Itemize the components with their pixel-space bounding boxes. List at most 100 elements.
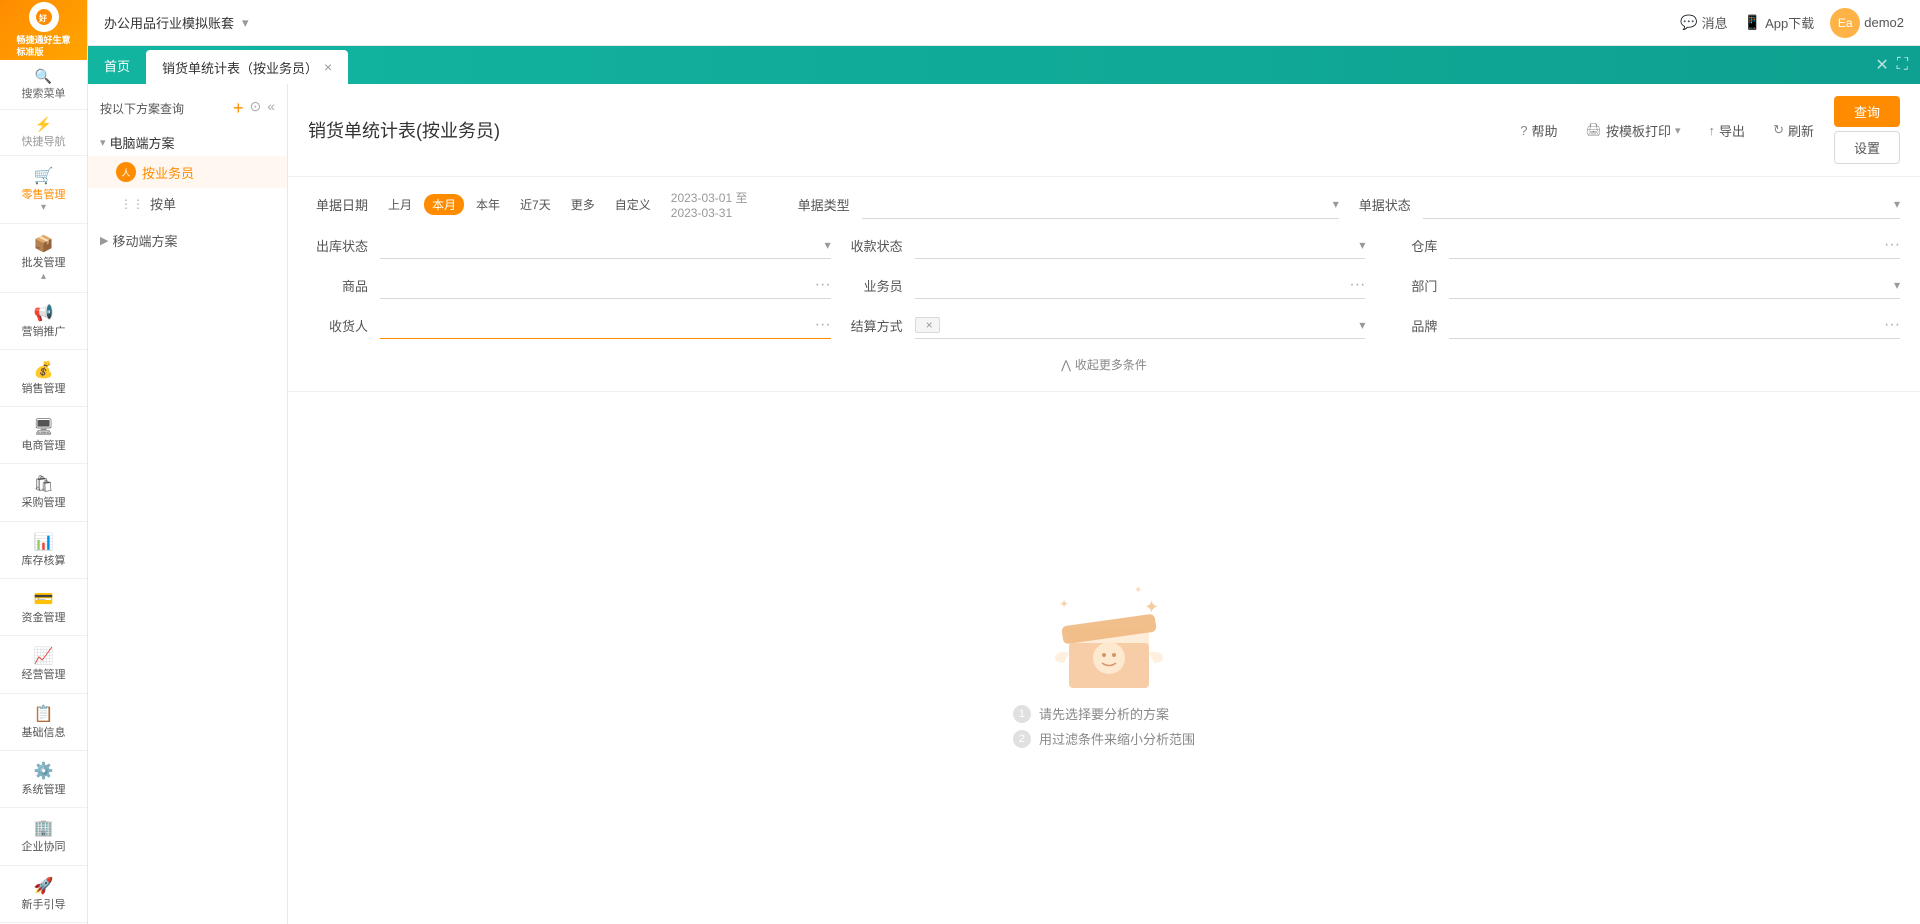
dept-label: 部门 xyxy=(1377,276,1437,295)
sidebar-item-purchase[interactable]: 🛍 采购管理 xyxy=(0,464,87,521)
warehouse-select[interactable]: ··· xyxy=(1449,231,1900,259)
basic-icon: 📋 xyxy=(34,704,54,724)
sidebar-item-inventory[interactable]: 📊 库存核算 xyxy=(0,522,87,579)
scheme-by-order[interactable]: ⋮⋮ 按单 xyxy=(88,188,287,219)
sidebar-item-sales[interactable]: 💰 销售管理 xyxy=(0,350,87,407)
window-minimize-btn[interactable]: ✕ xyxy=(1875,55,1888,75)
receiver-input[interactable]: ··· xyxy=(380,311,831,339)
edit-scheme-btn[interactable]: ⊙ xyxy=(249,98,261,119)
sidebar-item-enterprise[interactable]: 🏢 企业协同 xyxy=(0,808,87,865)
settings-button[interactable]: 设置 xyxy=(1834,131,1900,164)
add-scheme-btn[interactable]: + xyxy=(233,98,244,119)
salesperson-dots: ··· xyxy=(1349,276,1365,294)
tab-sales-stats[interactable]: 销货单统计表（按业务员） × xyxy=(146,50,348,84)
doc-status-select[interactable]: ▾ xyxy=(1423,191,1900,219)
warehouse-dots: ··· xyxy=(1884,236,1900,254)
mobile-group[interactable]: ▶ 移动端方案 xyxy=(88,227,287,254)
date-tab-this-month[interactable]: 本月 xyxy=(424,194,464,215)
svg-text:✦: ✦ xyxy=(1059,597,1069,611)
pay-status-select[interactable]: ▾ xyxy=(915,231,1366,259)
system-icon: ⚙️ xyxy=(34,761,54,781)
export-btn[interactable]: ↑ 导出 xyxy=(1701,117,1754,144)
sidebar-item-wholesale[interactable]: 📦 批发管理 ▴ xyxy=(0,224,87,292)
message-icon: 💬 xyxy=(1680,14,1697,31)
dept-select[interactable]: ▾ xyxy=(1449,271,1900,299)
sidebar-item-retail[interactable]: 🛒 零售管理 ▾ xyxy=(0,156,87,224)
desktop-section: ▾ 电脑端方案 人 按业务员 ⋮⋮ 按单 xyxy=(88,125,287,223)
sidebar-item-ecommerce[interactable]: 🖥 电商管理 xyxy=(0,407,87,464)
filter-row-1: 单据日期 上月 本月 本年 近7天 更多 自定义 2023-03-01 xyxy=(308,189,1900,220)
svg-text:✦: ✦ xyxy=(1134,585,1142,596)
sales-icon: 💰 xyxy=(34,360,54,380)
sidebar-item-basic[interactable]: 📋 基础信息 xyxy=(0,694,87,751)
app-download-btn[interactable]: 📱 App下载 xyxy=(1744,13,1815,32)
out-status-label: 出库状态 xyxy=(308,236,368,255)
hint-number-1: 1 xyxy=(1013,705,1031,723)
sidebar-item-guide[interactable]: 🚀 新手引导 xyxy=(0,866,87,923)
tabbar: 首页 销货单统计表（按业务员） × ✕ ⛶ xyxy=(88,46,1920,84)
search-menu-item[interactable]: 🔍 搜索菜单 xyxy=(0,60,87,110)
message-btn[interactable]: 💬 消息 xyxy=(1680,13,1727,32)
warehouse-label: 仓库 xyxy=(1377,236,1437,255)
right-panel: 销货单统计表(按业务员) ? 帮助 🖨 按模板打印 ↑ 导出 xyxy=(288,84,1920,924)
collapse-conditions-btn[interactable]: ⋀ 收起更多条件 xyxy=(308,350,1900,379)
salesperson-select[interactable]: ··· xyxy=(915,271,1366,299)
window-maximize-btn[interactable]: ⛶ xyxy=(1897,56,1908,74)
print-icon: 🖨 xyxy=(1585,122,1602,138)
dept-arrow: ▾ xyxy=(1894,278,1900,292)
refresh-btn[interactable]: ↻ 刷新 xyxy=(1765,117,1822,144)
app-name-label: 办公用品行业模拟账套 xyxy=(104,13,234,32)
doc-status-control: ▾ xyxy=(1423,190,1900,220)
tab-close-btn[interactable]: × xyxy=(324,59,332,75)
salesperson-control: ··· xyxy=(915,270,1366,300)
sidebar-item-marketing[interactable]: 📢 营销推广 xyxy=(0,293,87,350)
app-dropdown-icon[interactable]: ▾ xyxy=(242,15,249,31)
brand-select[interactable]: ··· xyxy=(1449,311,1900,339)
filter-row-3: 商品 ··· 业务员 ··· 部门 xyxy=(308,270,1900,300)
settle-tag-container: × xyxy=(915,317,940,333)
desktop-group[interactable]: ▾ 电脑端方案 xyxy=(88,129,287,156)
user-profile-btn[interactable]: Ea demo2 xyxy=(1830,8,1904,38)
date-filter-control: 上月 本月 本年 近7天 更多 自定义 2023-03-01 至 2023-03… xyxy=(380,189,778,220)
settle-method-select[interactable]: × ▾ xyxy=(915,311,1366,339)
out-status-select[interactable]: ▾ xyxy=(380,231,831,259)
empty-state: ✦ ✦ ✦ 1 请先选择要分析的方案 2 用过滤条件来 xyxy=(288,392,1920,924)
goods-select[interactable]: ··· xyxy=(380,271,831,299)
date-tab-last-month[interactable]: 上月 xyxy=(380,194,420,215)
user-avatar: Ea xyxy=(1830,8,1860,38)
wholesale-icon: 📦 xyxy=(34,234,54,254)
date-tab-custom[interactable]: 自定义 xyxy=(607,194,659,215)
left-panel: 按以下方案查询 + ⊙ « ▾ 电脑端方案 人 按业务员 xyxy=(88,84,288,924)
sidebar-item-operations[interactable]: 📈 经营管理 xyxy=(0,636,87,693)
receiver-label: 收货人 xyxy=(308,316,368,335)
goods-control: ··· xyxy=(380,270,831,300)
collapse-panel-btn[interactable]: « xyxy=(267,98,275,119)
finance-icon: 💳 xyxy=(34,589,54,609)
pay-status-control: ▾ xyxy=(915,230,1366,260)
sidebar-item-system[interactable]: ⚙️ 系统管理 xyxy=(0,751,87,808)
brand-control: ··· xyxy=(1449,310,1900,340)
collapse-icon: ⋀ xyxy=(1061,358,1071,372)
export-icon: ↑ xyxy=(1709,123,1716,138)
doc-status-label: 单据状态 xyxy=(1351,195,1411,214)
date-tab-this-year[interactable]: 本年 xyxy=(468,194,508,215)
doc-type-arrow: ▾ xyxy=(1333,197,1339,211)
sidebar-item-finance[interactable]: 💳 资金管理 xyxy=(0,579,87,636)
date-tab-last-7-days[interactable]: 近7天 xyxy=(512,194,559,215)
sidebar-logo: 好 畅捷通好生意标准版 xyxy=(0,0,88,60)
tab-home[interactable]: 首页 xyxy=(88,46,146,84)
operations-icon: 📈 xyxy=(34,646,54,666)
topbar: 办公用品行业模拟账套 ▾ 💬 消息 📱 App下载 Ea demo2 xyxy=(88,0,1920,46)
quick-nav-item[interactable]: ⚡ 快捷导航 xyxy=(0,110,87,156)
scheme-by-salesperson[interactable]: 人 按业务员 xyxy=(88,156,287,188)
help-btn[interactable]: ? 帮助 xyxy=(1512,117,1565,144)
date-tab-more[interactable]: 更多 xyxy=(563,194,603,215)
page-title: 销货单统计表(按业务员) xyxy=(308,117,500,143)
empty-svg: ✦ ✦ ✦ xyxy=(1044,568,1174,698)
brand-dots: ··· xyxy=(1884,316,1900,334)
doc-type-select[interactable]: ▾ xyxy=(862,191,1339,219)
print-btn[interactable]: 🖨 按模板打印 xyxy=(1577,117,1688,144)
query-button[interactable]: 查询 xyxy=(1834,96,1900,127)
hint-number-2: 2 xyxy=(1013,730,1031,748)
tag-close-btn[interactable]: × xyxy=(926,318,933,332)
